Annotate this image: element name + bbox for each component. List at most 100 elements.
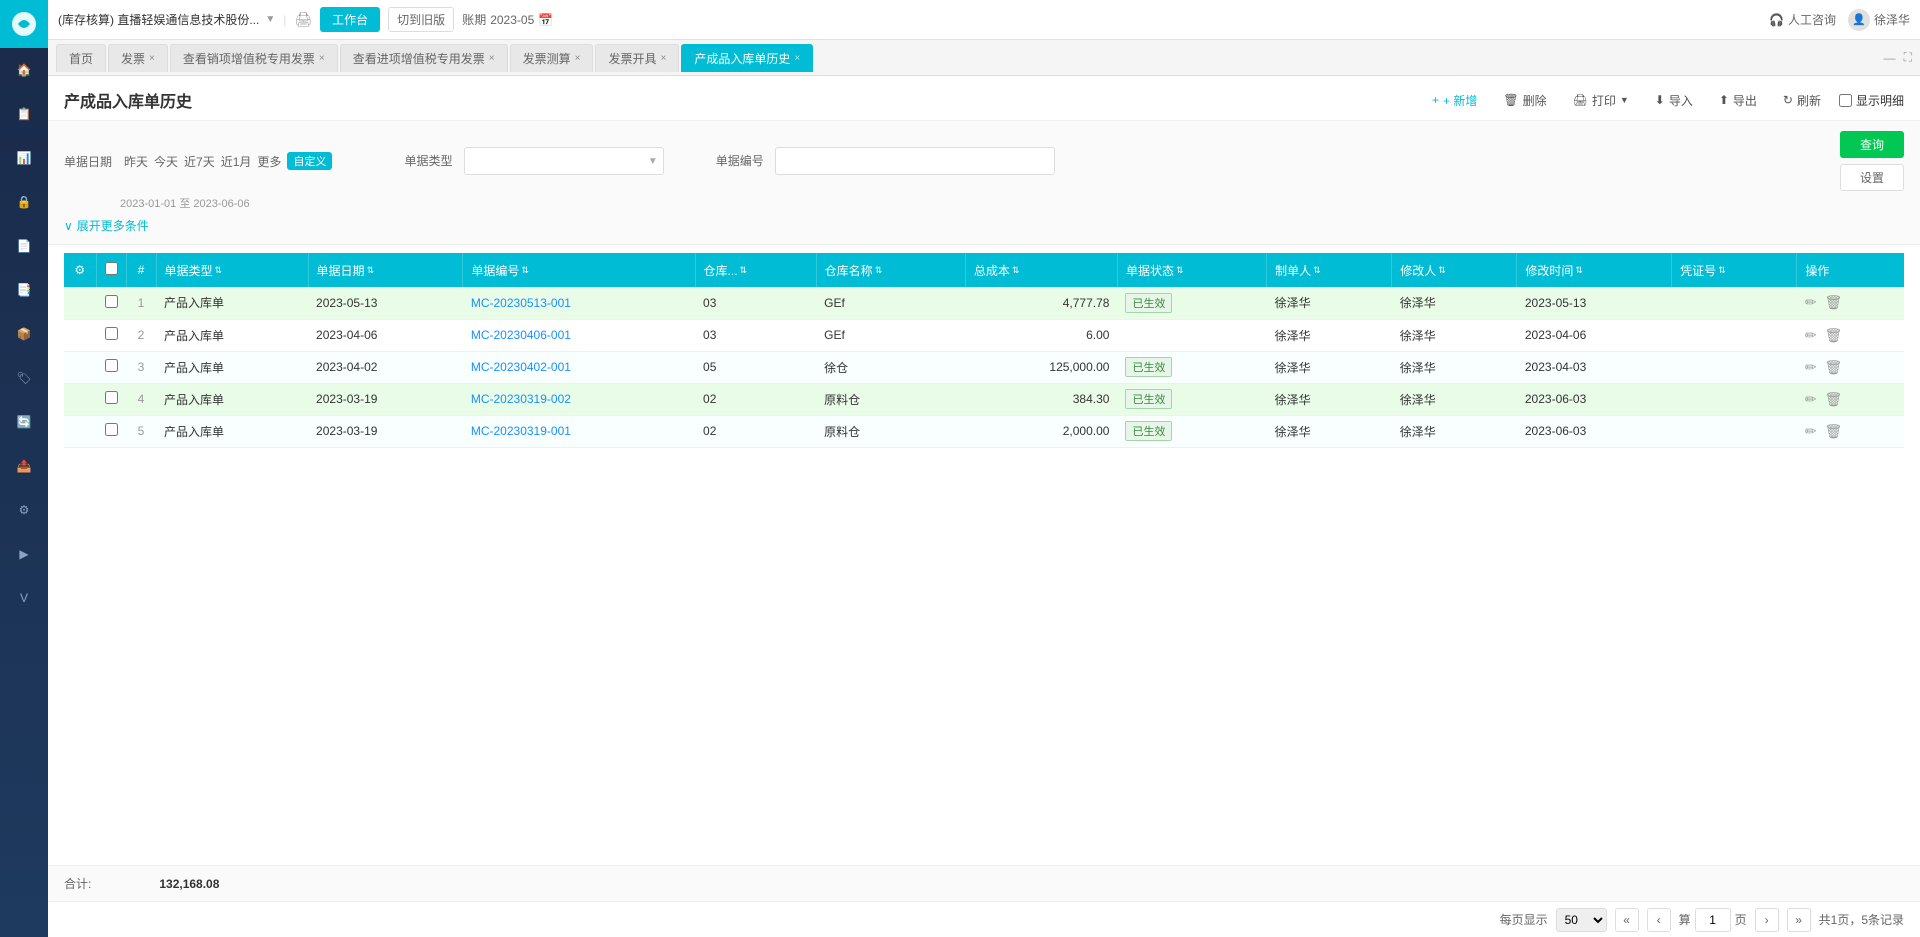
sidebar-item-lock[interactable]: 🔒	[0, 180, 48, 224]
date-1month[interactable]: 近1月	[221, 153, 252, 170]
query-button[interactable]: 查询	[1840, 131, 1904, 158]
th-number[interactable]: 单据编号 ⇅	[463, 253, 695, 287]
tab-check-sales-close[interactable]: ×	[319, 53, 325, 64]
date-today[interactable]: 今天	[154, 153, 178, 170]
edit-icon[interactable]: ✏	[1805, 359, 1817, 376]
cell-check[interactable]	[96, 287, 126, 319]
row-checkbox[interactable]	[105, 295, 118, 308]
date-more[interactable]: 更多	[257, 153, 281, 170]
number-filter-input[interactable]	[775, 147, 1055, 175]
th-wcode-sort[interactable]: 仓库... ⇅	[704, 262, 748, 279]
number-link[interactable]: MC-20230513-001	[471, 296, 571, 310]
tab-minimize-icon[interactable]: —	[1884, 51, 1896, 65]
select-all-checkbox[interactable]	[105, 262, 118, 275]
sidebar-item-stamp[interactable]: 🏷	[0, 356, 48, 400]
row-checkbox[interactable]	[105, 359, 118, 372]
th-modify-time[interactable]: 修改时间 ⇅	[1517, 253, 1672, 287]
user-menu[interactable]: 👤 徐泽华	[1848, 9, 1910, 31]
sidebar-item-v[interactable]: V	[0, 576, 48, 620]
th-number-sort[interactable]: 单据编号 ⇅	[471, 262, 529, 279]
tab-calc[interactable]: 发票测算 ×	[510, 44, 594, 72]
sidebar-item-chart[interactable]: 📊	[0, 136, 48, 180]
last-page-button[interactable]: »	[1787, 908, 1811, 932]
import-button[interactable]: ⬇ 导入	[1647, 89, 1701, 112]
cell-number[interactable]: MC-20230513-001	[463, 287, 695, 319]
delete-row-icon[interactable]: 🗑	[1825, 423, 1843, 440]
page-number-input[interactable]	[1695, 908, 1731, 932]
number-link[interactable]: MC-20230402-001	[471, 360, 571, 374]
number-link[interactable]: MC-20230406-001	[471, 328, 571, 342]
th-date[interactable]: 单据日期 ⇅	[308, 253, 463, 287]
edit-icon[interactable]: ✏	[1805, 423, 1817, 440]
tab-history-close[interactable]: ×	[794, 53, 800, 64]
page-size-select[interactable]: 50 10 20 100	[1556, 908, 1607, 932]
th-status-sort[interactable]: 单据状态 ⇅	[1126, 262, 1184, 279]
number-link[interactable]: MC-20230319-002	[471, 392, 571, 406]
delete-button[interactable]: 🗑 删除	[1495, 89, 1554, 112]
tab-invoice-close[interactable]: ×	[149, 53, 155, 64]
tab-open-close[interactable]: ×	[660, 53, 666, 64]
sidebar-item-home[interactable]: 🏠	[0, 48, 48, 92]
next-page-button[interactable]: ›	[1755, 908, 1779, 932]
switch-version-button[interactable]: 切到旧版	[388, 7, 454, 32]
type-select[interactable]	[464, 147, 664, 175]
row-checkbox[interactable]	[105, 327, 118, 340]
row-checkbox[interactable]	[105, 391, 118, 404]
th-date-sort[interactable]: 单据日期 ⇅	[317, 262, 375, 279]
th-voucher[interactable]: 凭证号 ⇅	[1672, 253, 1797, 287]
set-button[interactable]: 设置	[1840, 164, 1904, 191]
sidebar-item-warehouse[interactable]: 📦	[0, 312, 48, 356]
cell-number[interactable]: MC-20230406-001	[463, 319, 695, 351]
edit-icon[interactable]: ✏	[1805, 327, 1817, 344]
date-7days[interactable]: 近7天	[184, 153, 215, 170]
workbench-button[interactable]: 工作台	[320, 7, 380, 32]
edit-icon[interactable]: ✏	[1805, 391, 1817, 408]
th-status[interactable]: 单据状态 ⇅	[1117, 253, 1266, 287]
tab-check-purchase[interactable]: 查看进项增值税专用发票 ×	[340, 44, 508, 72]
th-creator[interactable]: 制单人 ⇅	[1267, 253, 1392, 287]
th-cost-sort[interactable]: 总成本 ⇅	[974, 262, 1020, 279]
delete-row-icon[interactable]: 🗑	[1825, 327, 1843, 344]
th-type-sort[interactable]: 单据类型 ⇅	[165, 262, 223, 279]
sidebar-item-doc[interactable]: 📄	[0, 224, 48, 268]
cell-number[interactable]: MC-20230319-002	[463, 383, 695, 415]
th-creator-sort[interactable]: 制单人 ⇅	[1275, 262, 1321, 279]
display-switch-label[interactable]: 显示明细	[1839, 92, 1904, 109]
sidebar-item-gear[interactable]: ⚙	[0, 488, 48, 532]
tab-maximize-icon[interactable]: ⛶	[1904, 50, 1912, 65]
export-button[interactable]: ⬆ 导出	[1711, 89, 1765, 112]
th-total-cost[interactable]: 总成本 ⇅	[965, 253, 1117, 287]
sidebar-item-upload[interactable]: 📤	[0, 444, 48, 488]
th-settings[interactable]: ⚙	[64, 253, 96, 287]
refresh-button[interactable]: ↻ 刷新	[1775, 89, 1829, 112]
cell-check[interactable]	[96, 383, 126, 415]
tab-open[interactable]: 发票开具 ×	[595, 44, 679, 72]
first-page-button[interactable]: «	[1615, 908, 1639, 932]
th-modifier[interactable]: 修改人 ⇅	[1392, 253, 1517, 287]
expand-filter-button[interactable]: ∨ 展开更多条件	[64, 217, 1904, 234]
th-voucher-sort[interactable]: 凭证号 ⇅	[1680, 262, 1726, 279]
cell-number[interactable]: MC-20230319-001	[463, 415, 695, 447]
help-button[interactable]: 🎧 人工咨询	[1769, 11, 1836, 28]
new-button[interactable]: + + 新增	[1424, 89, 1485, 112]
th-mtime-sort[interactable]: 修改时间 ⇅	[1525, 262, 1583, 279]
prev-page-button[interactable]: ‹	[1647, 908, 1671, 932]
th-modifier-sort[interactable]: 修改人 ⇅	[1400, 262, 1446, 279]
delete-row-icon[interactable]: 🗑	[1825, 359, 1843, 376]
tab-calc-close[interactable]: ×	[575, 53, 581, 64]
print-button[interactable]: 🖨 打印 ▼	[1565, 89, 1637, 112]
number-link[interactable]: MC-20230319-001	[471, 424, 571, 438]
sidebar-item-table[interactable]: 📑	[0, 268, 48, 312]
th-warehouse-name[interactable]: 仓库名称 ⇅	[816, 253, 965, 287]
th-wname-sort[interactable]: 仓库名称 ⇅	[825, 262, 883, 279]
date-custom[interactable]: 自定义	[287, 152, 332, 170]
cell-check[interactable]	[96, 319, 126, 351]
row-checkbox[interactable]	[105, 423, 118, 436]
cell-check[interactable]	[96, 415, 126, 447]
display-switch-checkbox[interactable]	[1839, 94, 1852, 107]
sidebar-item-invoice[interactable]: 📋	[0, 92, 48, 136]
th-check[interactable]	[96, 253, 126, 287]
sidebar-item-refresh[interactable]: 🔄	[0, 400, 48, 444]
tab-home[interactable]: 首页	[56, 44, 106, 72]
tab-history[interactable]: 产成品入库单历史 ×	[681, 44, 813, 72]
